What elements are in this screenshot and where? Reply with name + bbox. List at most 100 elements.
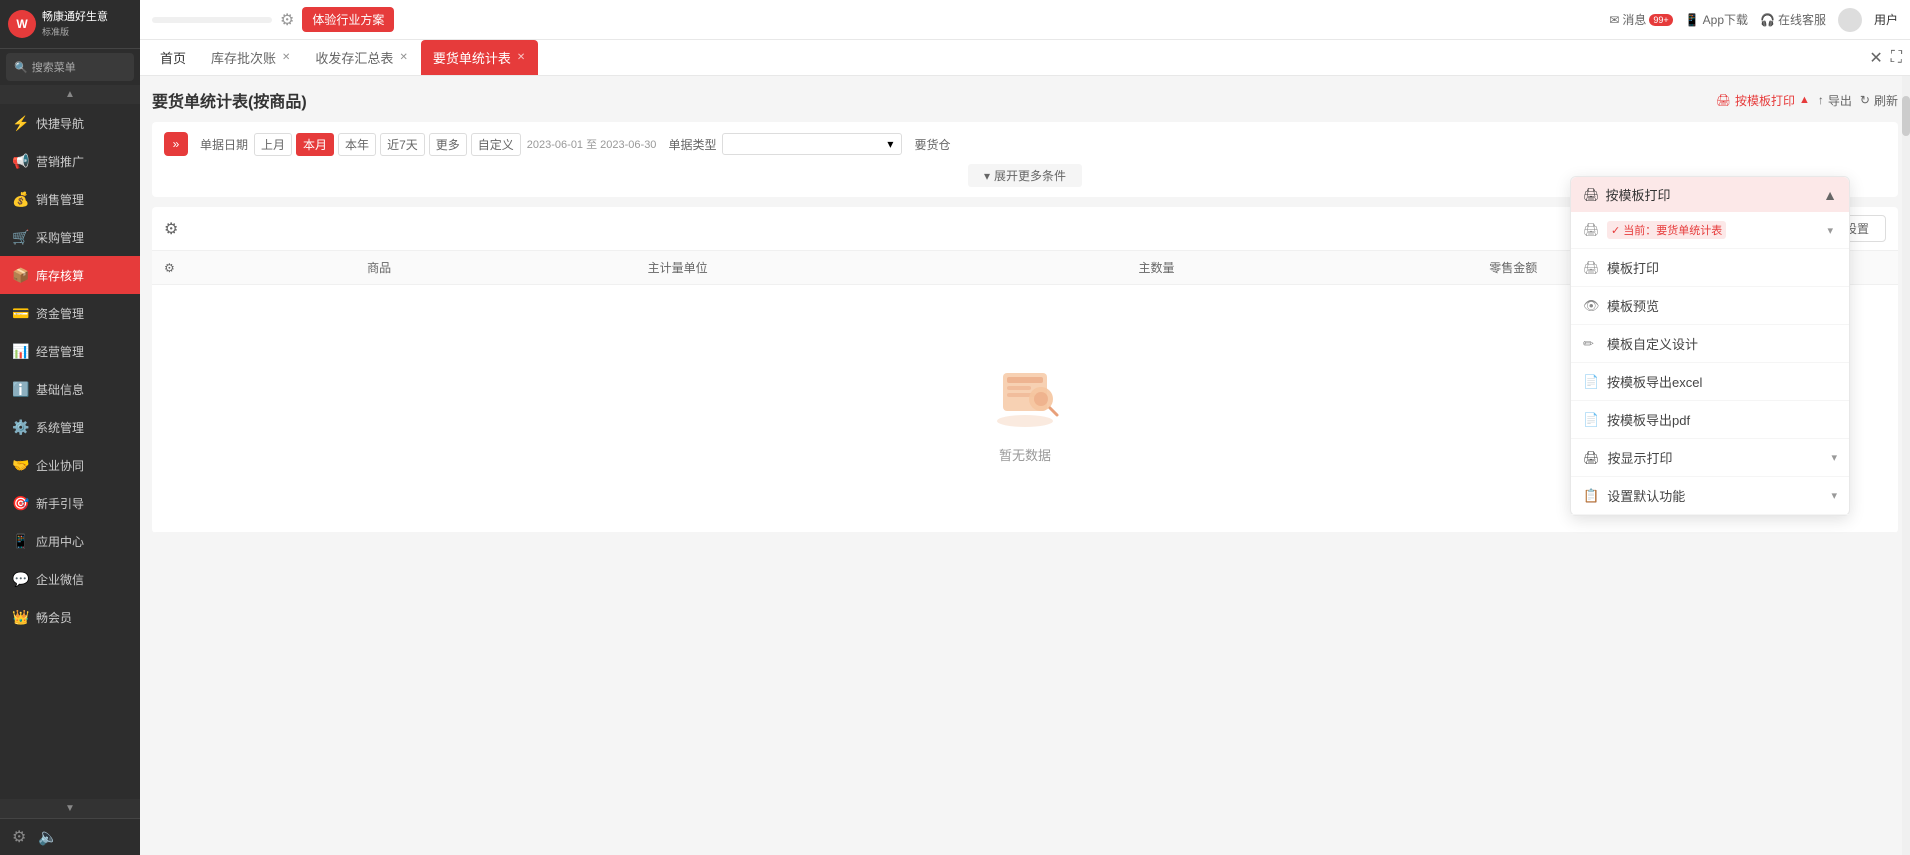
template-design-icon: ✏ xyxy=(1583,336,1594,352)
expand-more-btn[interactable]: ▾ 展开更多条件 xyxy=(968,164,1082,187)
expand-filter-icon[interactable]: » xyxy=(164,132,188,156)
close-window-btn[interactable]: ✕ xyxy=(1869,48,1882,68)
type-select[interactable]: ▾ xyxy=(722,133,902,155)
expand-window-btn[interactable]: ⛶ xyxy=(1891,49,1902,67)
sidebar-item-purchase[interactable]: 🛒 采购管理 xyxy=(0,218,140,256)
app-badge: 标准版 xyxy=(42,25,108,38)
sidebar-item-member[interactable]: 👑 畅会员 xyxy=(0,598,140,636)
date-btn-more[interactable]: 更多 xyxy=(429,133,467,156)
sidebar-item-enterprise[interactable]: 🤝 企业协同 xyxy=(0,446,140,484)
member-icon: 👑 xyxy=(12,608,30,626)
dropdown-default-func[interactable]: 📋 设置默认功能 ▾ xyxy=(1571,477,1849,515)
industry-btn[interactable]: 体验行业方案 xyxy=(302,7,394,32)
logo-icon: W xyxy=(8,10,36,38)
default-func-arrow: ▾ xyxy=(1831,489,1837,502)
sidebar-item-label: 企业微信 xyxy=(36,571,84,588)
sidebar-item-shortcut[interactable]: ⚡ 快捷导航 xyxy=(0,104,140,142)
date-btn-last-month[interactable]: 上月 xyxy=(254,133,292,156)
display-print-label: 按显示打印 xyxy=(1608,448,1673,467)
sidebar-item-inventory[interactable]: 📦 库存核算 xyxy=(0,256,140,294)
scroll-thumb xyxy=(1902,96,1910,136)
dropdown-item-template-pdf[interactable]: 📄 按模板导出pdf xyxy=(1571,401,1849,439)
date-filter-label: 单据日期 xyxy=(200,136,248,153)
sidebar-item-appstore[interactable]: 📱 应用中心 xyxy=(0,522,140,560)
tab-requisition-close[interactable]: ✕ xyxy=(517,52,525,63)
date-btn-this-year[interactable]: 本年 xyxy=(338,133,376,156)
tab-collection[interactable]: 收发存汇总表 ✕ xyxy=(303,40,420,75)
print-template-dropdown: 🖨 按模板打印 ▲ 🖨 ✓ 当前：要货单统计表 ▾ 🖨 模板打印 👁 模板预 xyxy=(1570,176,1850,516)
appstore-icon: 📱 xyxy=(12,532,30,550)
col-product: 商品 xyxy=(355,251,636,285)
gear-icon[interactable]: ⚙ xyxy=(280,10,294,30)
sidebar-item-guide[interactable]: 🎯 新手引导 xyxy=(0,484,140,522)
tab-requisition[interactable]: 要货单统计表 ✕ xyxy=(421,40,538,75)
dropdown-item-template-design[interactable]: ✏ 模板自定义设计 xyxy=(1571,325,1849,363)
chevron-down-icon: ▾ xyxy=(984,169,990,183)
audio-icon[interactable]: 🔈 xyxy=(38,827,58,847)
template-pdf-icon: 📄 xyxy=(1583,412,1599,428)
col-quantity: 主数量 xyxy=(1127,251,1478,285)
print-dropdown-arrow[interactable]: ▲ xyxy=(1799,94,1810,106)
sidebar-item-label: 库存核算 xyxy=(36,267,84,284)
sidebar-item-label: 基础信息 xyxy=(36,381,84,398)
sidebar-item-system[interactable]: ⚙️ 系统管理 xyxy=(0,408,140,446)
export-btn[interactable]: ↑ 导出 xyxy=(1818,92,1852,109)
date-filter-group: 单据日期 上月 本月 本年 近7天 更多 自定义 2023-06-01 至 20… xyxy=(200,133,656,156)
sidebar-item-label: 资金管理 xyxy=(36,305,84,322)
sidebar-item-wechat[interactable]: 💬 企业微信 xyxy=(0,560,140,598)
dropdown-current-item[interactable]: 🖨 ✓ 当前：要货单统计表 ▾ xyxy=(1571,212,1849,249)
tab-home-label: 首页 xyxy=(160,48,186,67)
settings-footer-icon[interactable]: ⚙ xyxy=(12,827,26,847)
current-label-text: 当前：要货单统计表 xyxy=(1623,222,1722,238)
sidebar-item-sales[interactable]: 💰 销售管理 xyxy=(0,180,140,218)
sidebar-search[interactable]: 🔍 搜索菜单 xyxy=(6,53,134,81)
dropdown-display-print[interactable]: 🖨 按显示打印 ▾ xyxy=(1571,439,1849,477)
sidebar-item-basic[interactable]: ℹ️ 基础信息 xyxy=(0,370,140,408)
tab-collection-close[interactable]: ✕ xyxy=(399,52,407,63)
dropdown-item-template-excel[interactable]: 📄 按模板导出excel xyxy=(1571,363,1849,401)
sidebar-item-operations[interactable]: 📊 经营管理 xyxy=(0,332,140,370)
date-btn-this-month[interactable]: 本月 xyxy=(296,133,334,156)
sidebar-item-finance[interactable]: 💳 资金管理 xyxy=(0,294,140,332)
dropdown-item-template-preview[interactable]: 👁 模板预览 xyxy=(1571,287,1849,325)
template-pdf-label: 按模板导出pdf xyxy=(1607,410,1690,429)
page-title: 要货单统计表(按商品) xyxy=(152,88,307,112)
cargo-filter-group: 要货仓 xyxy=(914,136,950,153)
date-btn-custom[interactable]: 自定义 xyxy=(471,133,521,156)
scroll-track[interactable] xyxy=(1902,76,1910,855)
col-settings[interactable]: ⚙ xyxy=(152,251,355,285)
main-area: ⚙ 体验行业方案 ✉ 消息 99+ 📱 App下载 🎧 在线客服 用户 首页 xyxy=(140,0,1910,855)
tab-batch[interactable]: 库存批次账 ✕ xyxy=(199,40,303,75)
scroll-up-btn[interactable]: ▲ xyxy=(0,85,140,104)
dropdown-item-template-print[interactable]: 🖨 模板打印 xyxy=(1571,249,1849,287)
tab-home[interactable]: 首页 xyxy=(148,40,199,75)
sidebar-item-marketing[interactable]: 📢 营销推广 xyxy=(0,142,140,180)
app-download-btn[interactable]: 📱 App下载 xyxy=(1685,11,1748,28)
dropdown-header-left: 🖨 按模板打印 xyxy=(1583,185,1671,204)
app-logo: W 畅康通好生意 标准版 xyxy=(0,0,140,49)
user-avatar[interactable] xyxy=(1838,8,1862,32)
operations-icon: 📊 xyxy=(12,342,30,360)
default-func-left: 📋 设置默认功能 xyxy=(1583,486,1685,505)
print-template-label: 按模板打印 xyxy=(1735,92,1795,109)
date-btn-7days[interactable]: 近7天 xyxy=(380,133,425,156)
refresh-label: 刷新 xyxy=(1874,92,1898,109)
top-search-box[interactable] xyxy=(152,17,272,23)
current-dropdown-arrow[interactable]: ▾ xyxy=(1827,224,1833,237)
export-icon: ↑ xyxy=(1818,93,1824,107)
print-template-btn[interactable]: 🖨 按模板打印 ▲ xyxy=(1716,92,1810,109)
dropdown-collapse-btn[interactable]: ▲ xyxy=(1823,187,1837,203)
guide-icon: 🎯 xyxy=(12,494,30,512)
sidebar-item-label: 快捷导航 xyxy=(36,115,84,132)
message-btn[interactable]: ✉ 消息 99+ xyxy=(1609,11,1672,28)
table-settings-icon[interactable]: ⚙ xyxy=(164,219,178,239)
online-service-btn[interactable]: 🎧 在线客服 xyxy=(1760,11,1826,28)
sales-icon: 💰 xyxy=(12,190,30,208)
dropdown-title: 按模板打印 xyxy=(1606,185,1671,204)
finance-icon: 💳 xyxy=(12,304,30,322)
content-area: 要货单统计表(按商品) 🖨 按模板打印 ▲ ↑ 导出 ↻ 刷新 xyxy=(140,76,1910,855)
tab-batch-close[interactable]: ✕ xyxy=(282,52,290,63)
search-label: 搜索菜单 xyxy=(32,59,76,75)
refresh-btn[interactable]: ↻ 刷新 xyxy=(1860,92,1898,109)
scroll-down-btn[interactable]: ▼ xyxy=(0,799,140,818)
